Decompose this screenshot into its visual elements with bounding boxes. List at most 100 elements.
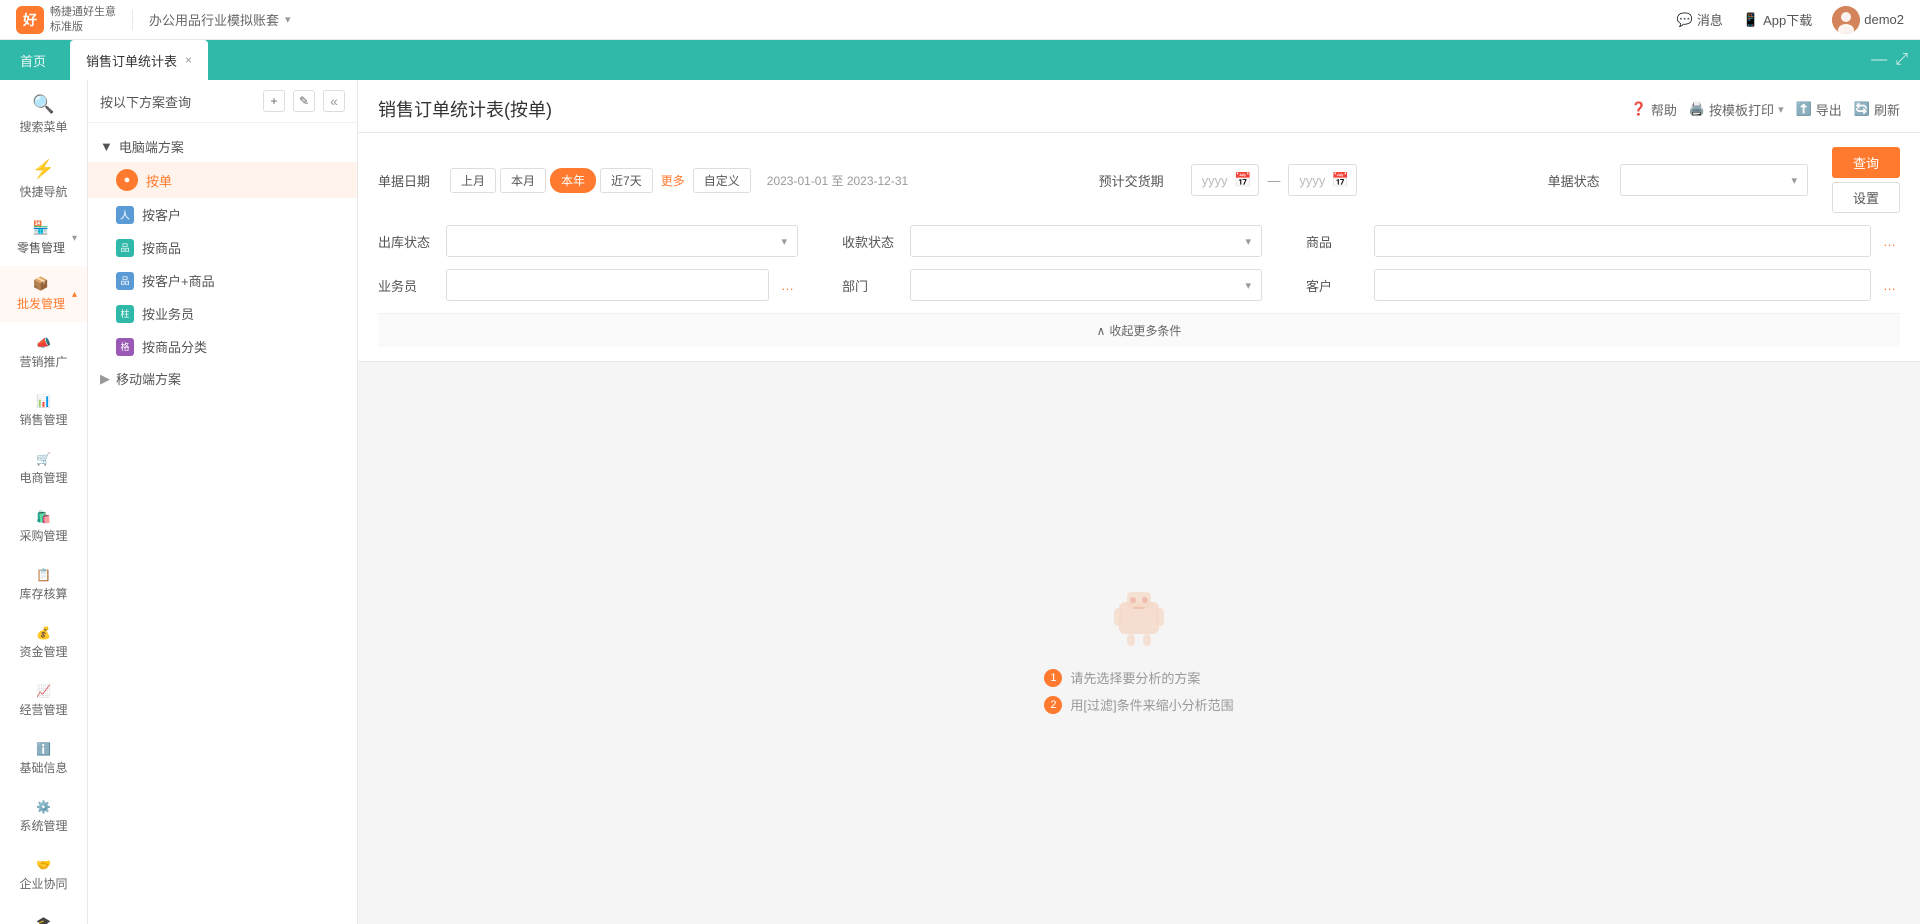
message-btn[interactable]: 💬 消息: [1677, 10, 1723, 29]
sidebar-item-quicknav[interactable]: ⚡ 快捷导航: [0, 145, 87, 210]
tab-expand-btn[interactable]: ⤢: [1895, 51, 1908, 69]
query-btn[interactable]: 查询: [1832, 147, 1900, 178]
app-title[interactable]: 办公用品行业模拟账套 ▾: [149, 10, 291, 29]
expected-date-group: 📅 — 📅: [1191, 164, 1357, 196]
expected-date-label: 预计交货期: [1099, 171, 1179, 190]
goods-input[interactable]: [1374, 225, 1871, 257]
sidebar-item-purchase[interactable]: 🛍️ 采购管理: [0, 496, 87, 554]
scheme-customer-goods-icon: 品: [116, 272, 134, 290]
scheme-selected-dot: ●: [116, 169, 138, 191]
sidebar-item-basicinfo[interactable]: ℹ️ 基础信息: [0, 728, 87, 786]
receipt-status-item: 收款状态 ▾: [842, 225, 1262, 257]
customer-ellipsis-btn[interactable]: …: [1879, 278, 1900, 293]
receipt-status-select[interactable]: ▾: [910, 225, 1262, 257]
refresh-btn[interactable]: 🔄 刷新: [1854, 100, 1900, 119]
salesperson-ellipsis-btn[interactable]: …: [777, 278, 798, 293]
tab-bar-right: — ⤢: [1871, 51, 1920, 69]
add-scheme-btn[interactable]: +: [263, 90, 285, 112]
sidebar-item-ecommerce[interactable]: 🛒 电商管理: [0, 438, 87, 496]
sidebar-item-operations[interactable]: 📈 经营管理: [0, 670, 87, 728]
salesperson-input[interactable]: [446, 269, 769, 301]
last7days-btn[interactable]: 近7天: [600, 168, 653, 193]
sidebar-item-newuser[interactable]: 🎓 新手引导: [0, 902, 87, 924]
sidebar-item-retail[interactable]: 🏪 零售管理 ▾: [0, 210, 87, 266]
mobile-group-header[interactable]: ▶ 移动端方案: [88, 363, 357, 394]
export-btn[interactable]: ⬆️ 导出: [1796, 100, 1842, 119]
sidebar-item-marketing[interactable]: 📣 营销推广: [0, 322, 87, 380]
collapse-more-btn[interactable]: ∧ 收起更多条件: [378, 313, 1900, 347]
empty-tip-1: 1 请先选择要分析的方案: [1044, 668, 1233, 687]
calendar-end-icon[interactable]: 📅: [1332, 172, 1349, 189]
department-select[interactable]: ▾: [910, 269, 1262, 301]
user-profile[interactable]: demo2: [1832, 6, 1904, 34]
edit-scheme-btn[interactable]: ✎: [293, 90, 315, 112]
sidebar-item-search[interactable]: 🔍 搜索菜单: [0, 80, 87, 145]
goods-ellipsis-btn[interactable]: …: [1879, 234, 1900, 249]
active-tab[interactable]: 销售订单统计表 ×: [70, 40, 208, 80]
sidebar-item-wholesale[interactable]: 📦 批发管理 ▴: [0, 266, 87, 322]
calendar-start-icon[interactable]: 📅: [1234, 172, 1251, 189]
empty-illustration: [1099, 572, 1179, 652]
scheme-tree: ▼ 电脑端方案 ● 按单 人 按客户 品: [88, 123, 357, 924]
single-status-select[interactable]: ▾: [1620, 164, 1808, 196]
sidebar: 🔍 搜索菜单 ⚡ 快捷导航 🏪 零售管理 ▾ 📦 批发管理 ▴: [0, 80, 88, 924]
filter-area: 单据日期 上月 本月 本年 近7天 更多 自定义 2023-01-01 至 20…: [358, 133, 1920, 362]
sidebar-item-finance[interactable]: 💰 资金管理: [0, 612, 87, 670]
single-status-label: 单据状态: [1548, 171, 1608, 190]
single-date-label: 单据日期: [378, 171, 438, 190]
customer-input[interactable]: [1374, 269, 1871, 301]
tab-minimize-btn[interactable]: —: [1871, 51, 1887, 69]
filter-row-1: 单据日期 上月 本月 本年 近7天 更多 自定义 2023-01-01 至 20…: [378, 147, 1900, 213]
sidebar-item-sales[interactable]: 📊 销售管理: [0, 380, 87, 438]
goods-label: 商品: [1306, 232, 1366, 251]
last-month-btn[interactable]: 上月: [450, 168, 496, 193]
app-download-btn[interactable]: 📱 App下载: [1743, 10, 1812, 29]
main-layout: 🔍 搜索菜单 ⚡ 快捷导航 🏪 零售管理 ▾ 📦 批发管理 ▴: [0, 80, 1920, 924]
empty-tips: 1 请先选择要分析的方案 2 用[过滤]条件来缩小分析范围: [1044, 668, 1233, 714]
scheme-salesperson-icon: 柱: [116, 305, 134, 323]
wholesale-icon: 📦: [33, 276, 49, 292]
sidebar-item-enterprise[interactable]: 🤝 企业协同: [0, 844, 87, 902]
print-btn[interactable]: 🖨️ 按模板打印 ▾: [1689, 100, 1784, 119]
out-status-item: 出库状态 ▾: [378, 225, 798, 257]
receipt-status-label: 收款状态: [842, 232, 902, 251]
filter-row-2: 出库状态 ▾ 收款状态 ▾: [378, 225, 1900, 257]
tip-1-num: 1: [1044, 669, 1062, 687]
scheme-item-by-goods-category[interactable]: 格 按商品分类: [88, 330, 357, 363]
receipt-status-dropdown-icon: ▾: [1245, 235, 1251, 248]
edit-icon: ✎: [299, 94, 309, 108]
search-icon: 🔍: [32, 94, 54, 115]
pc-group-header[interactable]: ▼ 电脑端方案: [88, 131, 357, 162]
more-date-btn[interactable]: 更多: [657, 172, 689, 189]
scheme-item-by-goods[interactable]: 品 按商品: [88, 231, 357, 264]
out-status-label: 出库状态: [378, 232, 438, 251]
custom-date-btn[interactable]: 自定义: [693, 168, 751, 193]
print-dropdown-icon: ▾: [1778, 103, 1784, 116]
help-btn[interactable]: ❓ 帮助: [1631, 100, 1677, 119]
top-bar-left: 好 畅捷通好生意 标准版 办公用品行业模拟账套 ▾: [16, 5, 291, 34]
scheme-item-by-salesperson[interactable]: 柱 按业务员: [88, 297, 357, 330]
this-month-btn[interactable]: 本月: [500, 168, 546, 193]
scheme-item-by-order[interactable]: ● 按单: [88, 162, 357, 198]
scheme-item-by-customer[interactable]: 人 按客户: [88, 198, 357, 231]
sidebar-item-inventory[interactable]: 📋 库存核算: [0, 554, 87, 612]
top-bar: 好 畅捷通好生意 标准版 办公用品行业模拟账套 ▾ 💬 消息 📱 App下载 d…: [0, 0, 1920, 40]
avatar: [1832, 6, 1860, 34]
expected-date-start-wrap: 📅: [1191, 164, 1260, 196]
sidebar-item-system[interactable]: ⚙️ 系统管理: [0, 786, 87, 844]
collapse-panel-btn[interactable]: «: [323, 90, 345, 112]
date-range-text: 2023-01-01 至 2023-12-31: [767, 172, 908, 189]
home-tab[interactable]: 首页: [0, 40, 66, 80]
set-btn[interactable]: 设置: [1832, 182, 1900, 213]
this-year-btn[interactable]: 本年: [550, 168, 596, 193]
app-title-dropdown-icon: ▾: [285, 13, 291, 26]
operations-icon: 📈: [36, 684, 51, 698]
salesperson-item: 业务员 …: [378, 269, 798, 301]
right-main: 销售订单统计表(按单) ❓ 帮助 🖨️ 按模板打印 ▾ ⬆️ 导出: [358, 80, 1920, 924]
pc-group-arrow-icon: ▼: [100, 139, 113, 154]
out-status-select[interactable]: ▾: [446, 225, 798, 257]
tab-close-btn[interactable]: ×: [185, 53, 192, 67]
ecommerce-icon: 🛒: [36, 452, 51, 466]
message-icon: 💬: [1677, 12, 1693, 28]
scheme-item-by-customer-goods[interactable]: 品 按客户+商品: [88, 264, 357, 297]
